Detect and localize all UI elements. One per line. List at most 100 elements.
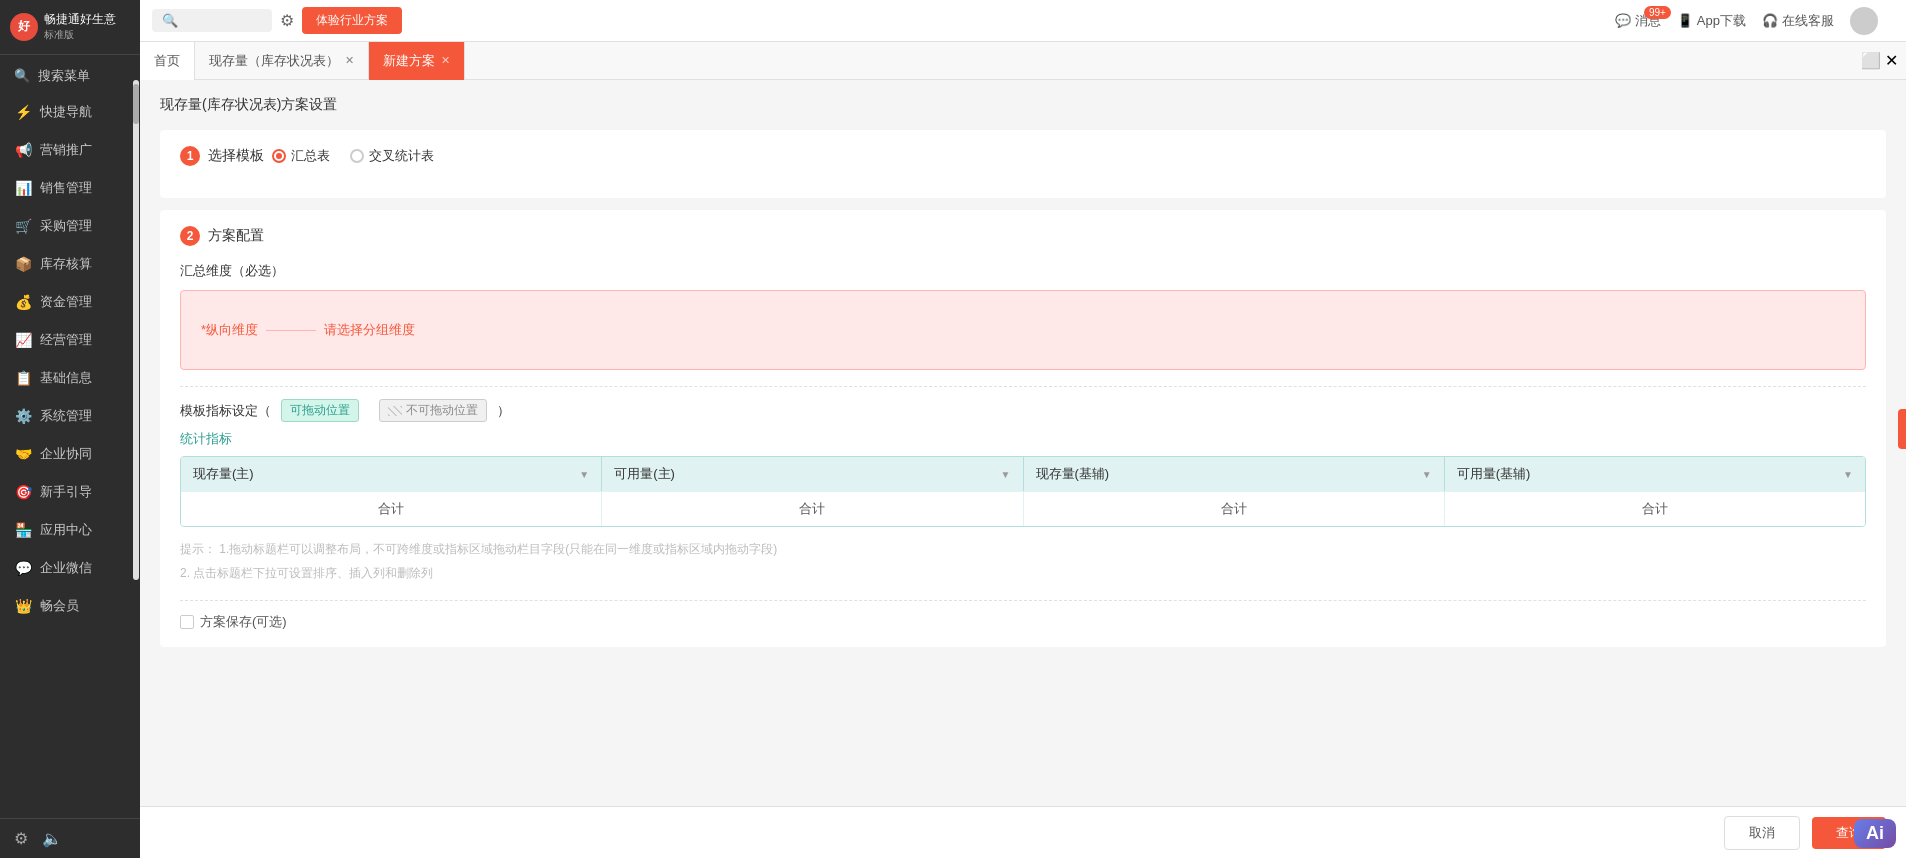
sidebar-item-quick-nav[interactable]: ⚡ 快捷导航 — [0, 93, 140, 131]
sidebar-item-search[interactable]: 🔍 搜索菜单 — [0, 59, 140, 93]
col-3-chevron-icon[interactable]: ▼ — [1422, 469, 1432, 480]
maximize-icon[interactable]: ⬜ — [1861, 51, 1881, 70]
service-label: 在线客服 — [1782, 12, 1834, 30]
sidebar-search-label: 搜索菜单 — [38, 67, 90, 85]
sidebar-item-business[interactable]: 📈 经营管理 — [0, 321, 140, 359]
stats-col-4[interactable]: 可用量(基辅) ▼ — [1445, 457, 1865, 491]
logo-area: 好 畅捷通好生意 标准版 — [0, 0, 140, 55]
sales-icon: 📊 — [14, 180, 32, 196]
app-name: 畅捷通好生意 — [44, 12, 116, 28]
sidebar-item-app-center[interactable]: 🏪 应用中心 — [0, 511, 140, 549]
trial-btn[interactable]: 体验行业方案 — [302, 7, 402, 34]
business-icon: 📈 — [14, 332, 32, 348]
purchase-icon: 🛒 — [14, 218, 32, 234]
col-4-chevron-icon[interactable]: ▼ — [1843, 469, 1853, 480]
app-download-btn[interactable]: 📱 App下载 — [1677, 12, 1746, 30]
sidebar-item-newbie[interactable]: 🎯 新手引导 — [0, 473, 140, 511]
sidebar-item-marketing[interactable]: 📢 营销推广 — [0, 131, 140, 169]
sidebar-item-label: 采购管理 — [40, 217, 92, 235]
col-2-chevron-icon[interactable]: ▼ — [1001, 469, 1011, 480]
stats-table: 现存量(主) ▼ 可用量(主) ▼ 现存量(基辅) ▼ — [180, 456, 1866, 527]
ai-watermark[interactable]: Ai — [1854, 819, 1896, 848]
topbar-search-box[interactable]: 🔍 — [152, 9, 272, 32]
stats-col-3[interactable]: 现存量(基辅) ▼ — [1024, 457, 1445, 491]
volume-icon[interactable]: 🔈 — [42, 829, 62, 848]
tab-inventory[interactable]: 现存量（库存状况表） ✕ — [195, 42, 369, 80]
stats-col-4-label: 可用量(基辅) — [1457, 465, 1531, 483]
dimension-placeholder: *纵向维度 请选择分组维度 — [201, 321, 415, 339]
step1-badge: 1 — [180, 146, 200, 166]
content-area: 现存量(库存状况表)方案设置 1 选择模板 汇总表 交叉统计表 — [140, 80, 1906, 806]
headset-icon: 🎧 — [1762, 13, 1778, 28]
sidebar-item-base[interactable]: 📋 基础信息 — [0, 359, 140, 397]
main-area: 🔍 ⚙ 体验行业方案 💬 消息 99+ 📱 App下载 🎧 在线客服 — [140, 0, 1906, 858]
stats-col-2[interactable]: 可用量(主) ▼ — [602, 457, 1023, 491]
stats-section: 统计指标 现存量(主) ▼ 可用量(主) ▼ — [180, 430, 1866, 527]
save-option[interactable]: 方案保存(可选) — [180, 613, 1866, 631]
step2-title: 方案配置 — [208, 227, 264, 245]
system-icon: ⚙️ — [14, 408, 32, 424]
sidebar-item-sales[interactable]: 📊 销售管理 — [0, 169, 140, 207]
settings-icon[interactable]: ⚙ — [14, 829, 28, 848]
stats-col-1[interactable]: 现存量(主) ▼ — [181, 457, 602, 491]
user-avatar[interactable] — [1850, 7, 1878, 35]
sidebar-item-finance[interactable]: 💰 资金管理 — [0, 283, 140, 321]
service-btn[interactable]: 🎧 在线客服 — [1762, 12, 1834, 30]
stats-section-label: 统计指标 — [180, 430, 1866, 448]
tab-new-plan-close-icon[interactable]: ✕ — [441, 54, 450, 67]
inventory-icon: 📦 — [14, 256, 32, 272]
radio-cross-label: 交叉统计表 — [369, 147, 434, 165]
sidebar-item-label: 销售管理 — [40, 179, 92, 197]
radio-cross-dot — [350, 149, 364, 163]
sidebar-item-purchase[interactable]: 🛒 采购管理 — [0, 207, 140, 245]
stats-table-header: 现存量(主) ▼ 可用量(主) ▼ 现存量(基辅) ▼ — [181, 457, 1865, 491]
message-btn[interactable]: 💬 消息 99+ — [1615, 12, 1661, 30]
sidebar-item-vip[interactable]: 👑 畅会员 — [0, 587, 140, 625]
stats-cell-2: 合计 — [602, 492, 1023, 526]
app-download-label: App下载 — [1697, 12, 1746, 30]
sidebar-nav: 🔍 搜索菜单 ⚡ 快捷导航 📢 营销推广 📊 销售管理 🛒 采购管理 📦 库存核… — [0, 55, 140, 818]
tab-home-label: 首页 — [154, 52, 180, 70]
tag-fixed-label: 不可拖动位置 — [406, 402, 478, 419]
message-icon: 💬 — [1615, 13, 1631, 28]
cooperation-icon: 🤝 — [14, 446, 32, 462]
dim-required-label: *纵向维度 — [201, 321, 258, 339]
cancel-button[interactable]: 取消 — [1724, 816, 1800, 850]
sidebar-item-system[interactable]: ⚙️ 系统管理 — [0, 397, 140, 435]
sidebar-item-label: 系统管理 — [40, 407, 92, 425]
tab-new-plan[interactable]: 新建方案 ✕ — [369, 42, 465, 80]
sidebar-item-label: 企业微信 — [40, 559, 92, 577]
tab-new-plan-label: 新建方案 — [383, 52, 435, 70]
sidebar-scrollbar[interactable] — [133, 80, 139, 580]
dimension-area[interactable]: *纵向维度 请选择分组维度 — [180, 290, 1866, 370]
topbar-left: 🔍 ⚙ 体验行业方案 — [152, 7, 1605, 34]
col-1-chevron-icon[interactable]: ▼ — [579, 469, 589, 480]
save-checkbox[interactable] — [180, 615, 194, 629]
sidebar-item-label: 资金管理 — [40, 293, 92, 311]
sidebar-item-label: 新手引导 — [40, 483, 92, 501]
indicator-close: ） — [497, 402, 510, 420]
sidebar-item-cooperation[interactable]: 🤝 企业协同 — [0, 435, 140, 473]
marketing-icon: 📢 — [14, 142, 32, 158]
radio-summary[interactable]: 汇总表 — [272, 147, 330, 165]
radio-cross[interactable]: 交叉统计表 — [350, 147, 434, 165]
stats-col-2-label: 可用量(主) — [614, 465, 675, 483]
tab-inventory-close-icon[interactable]: ✕ — [345, 54, 354, 67]
indicator-settings: 模板指标设定（ 可拖动位置 不可拖动位置 ） 统计指标 现 — [180, 399, 1866, 527]
tag-movable: 可拖动位置 — [281, 399, 359, 422]
close-tab-icon[interactable]: ✕ — [1885, 51, 1898, 70]
right-edge-indicator[interactable] — [1898, 409, 1906, 449]
step2-header: 2 方案配置 — [180, 226, 1866, 246]
stats-table-row: 合计 合计 合计 合计 — [181, 491, 1865, 526]
stats-col-1-label: 现存量(主) — [193, 465, 254, 483]
tabbar: 首页 现存量（库存状况表） ✕ 新建方案 ✕ ⬜ ✕ — [140, 42, 1906, 80]
sidebar-item-label: 企业协同 — [40, 445, 92, 463]
tab-home[interactable]: 首页 — [140, 42, 195, 80]
bottombar: 取消 查询 — [140, 806, 1906, 858]
sidebar-item-wechat[interactable]: 💬 企业微信 — [0, 549, 140, 587]
sidebar-item-inventory[interactable]: 📦 库存核算 — [0, 245, 140, 283]
radio-summary-dot — [272, 149, 286, 163]
settings-gear-icon[interactable]: ⚙ — [280, 11, 294, 30]
sidebar-scrollbar-thumb — [133, 84, 139, 124]
stats-cell-1: 合计 — [181, 492, 602, 526]
